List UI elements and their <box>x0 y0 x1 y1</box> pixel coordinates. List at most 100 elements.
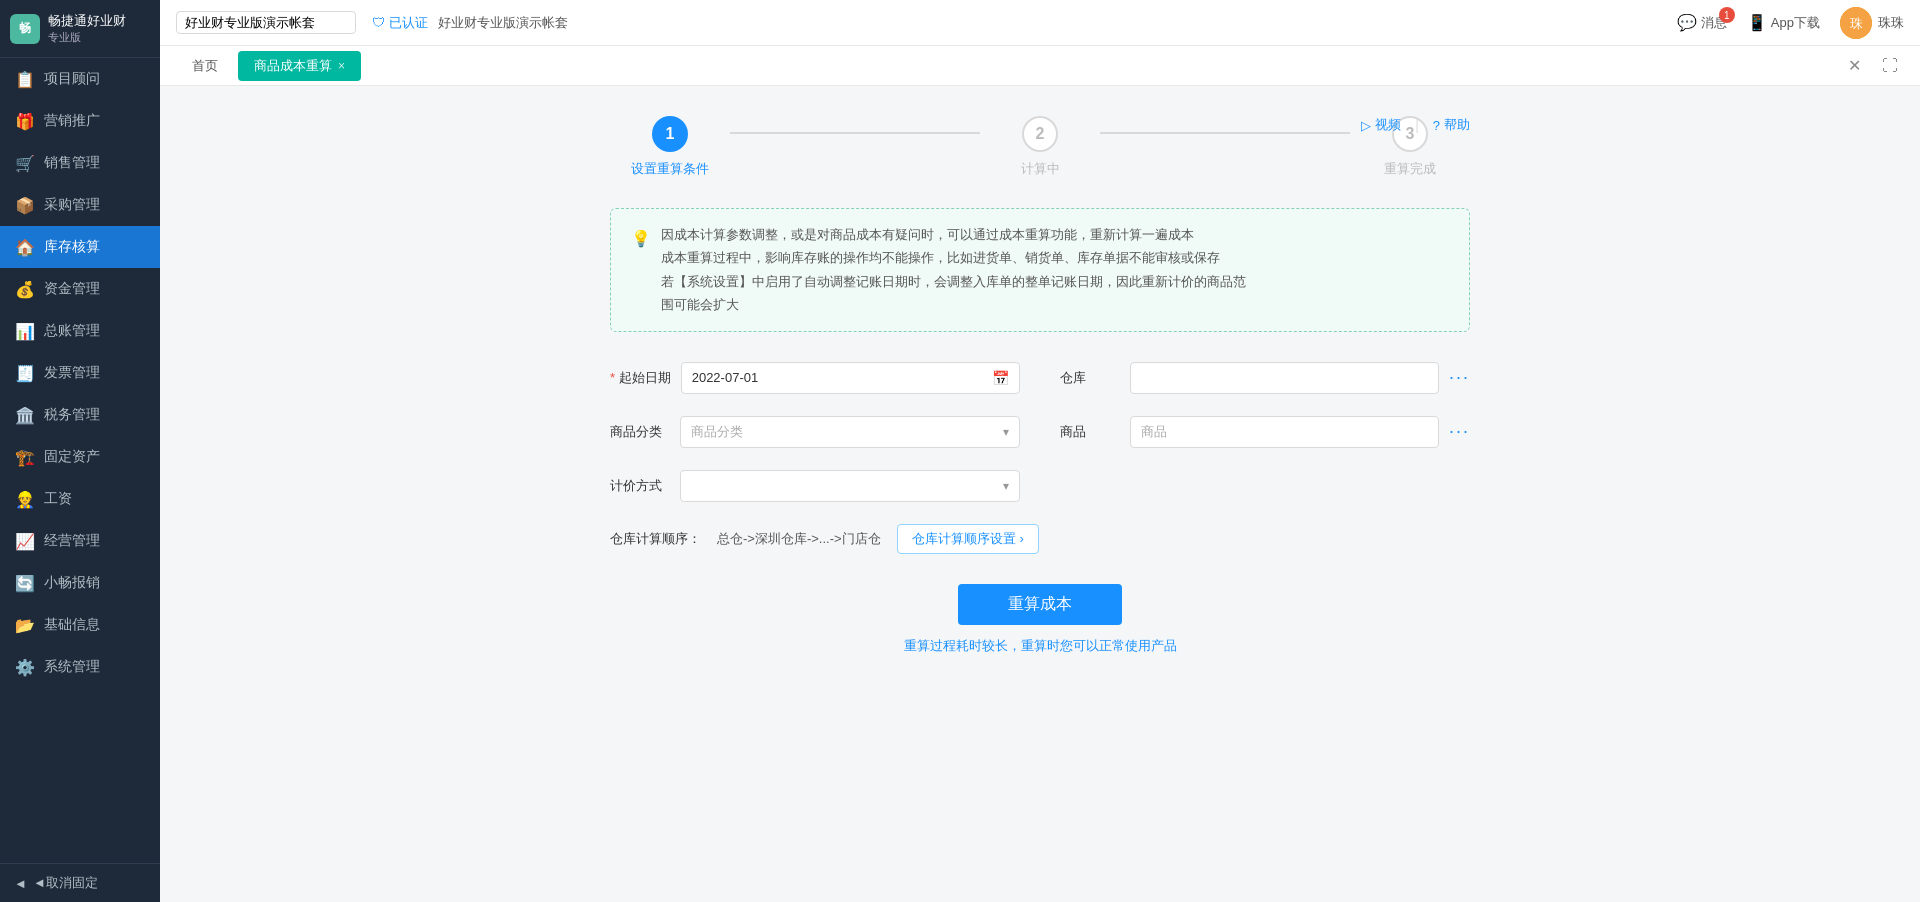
form-row-1: 起始日期 2022-07-01 📅 仓库 ··· <box>610 362 1470 394</box>
message-badge: 1 <box>1719 7 1735 23</box>
help-area: ▷ 视频 | ? 帮助 <box>1361 116 1470 134</box>
recalc-button[interactable]: 重算成本 <box>958 584 1122 625</box>
inventory-icon: 🏠 <box>14 236 36 258</box>
topbar: 好业财专业版演示帐套 好业财专业版演示帐套 🛡 已认证 好业财专业版演示帐套 💬… <box>160 0 1920 46</box>
sidebar-item-project[interactable]: 📋 项目顾问 <box>0 58 160 100</box>
sidebar-item-label: 项目顾问 <box>44 70 100 88</box>
stepper-section: 1 设置重算条件 2 计算中 3 <box>610 116 1470 178</box>
pricing-dropdown-icon: ▾ <box>1003 479 1009 493</box>
app-name: 畅捷通好业财 <box>48 12 126 30</box>
recalc-hint: 重算过程耗时较长，重算时您可以正常使用产品 <box>610 637 1470 655</box>
sidebar-item-label: 采购管理 <box>44 196 100 214</box>
category-dropdown-icon: ▾ <box>1003 425 1009 439</box>
account-selector[interactable]: 好业财专业版演示帐套 <box>176 11 356 34</box>
info-bulb-icon: 💡 <box>631 225 651 317</box>
form-group-pricing: 计价方式 ▾ <box>610 470 1020 502</box>
start-date-input[interactable]: 2022-07-01 📅 <box>681 362 1020 394</box>
message-button[interactable]: 💬 消息 1 <box>1677 13 1727 32</box>
category-select[interactable]: 商品分类 ▾ <box>680 416 1020 448</box>
sidebar-item-ops[interactable]: 📈 经营管理 <box>0 520 160 562</box>
step2-circle: 2 <box>1022 116 1058 152</box>
info-line4: 围可能会扩大 <box>661 293 1246 316</box>
main-area: 好业财专业版演示帐套 好业财专业版演示帐套 🛡 已认证 好业财专业版演示帐套 💬… <box>160 0 1920 902</box>
help-button[interactable]: ? 帮助 <box>1433 116 1470 134</box>
sidebar-item-label: 资金管理 <box>44 280 100 298</box>
salary-icon: 👷 <box>14 488 36 510</box>
sidebar-item-assets[interactable]: 🏗️ 固定资产 <box>0 436 160 478</box>
sidebar-item-marketing[interactable]: 🎁 营销推广 <box>0 100 160 142</box>
certified-label: 已认证 <box>389 14 428 32</box>
warehouse-order-btn-label: 仓库计算顺序设置 <box>912 530 1016 548</box>
system-icon: ⚙️ <box>14 656 36 678</box>
sidebar-item-label: 销售管理 <box>44 154 100 172</box>
tab-home-label: 首页 <box>192 57 218 75</box>
tab-home[interactable]: 首页 <box>176 51 234 81</box>
step2: 2 计算中 <box>980 116 1100 178</box>
form-group-warehouse: 仓库 ··· <box>1060 362 1470 394</box>
accounting-icon: 📊 <box>14 320 36 342</box>
sidebar-item-label: 系统管理 <box>44 658 100 676</box>
sidebar-item-expense[interactable]: 🔄 小畅报销 <box>0 562 160 604</box>
sidebar-item-purchase[interactable]: 📦 采购管理 <box>0 184 160 226</box>
warehouse-more-button[interactable]: ··· <box>1449 367 1470 388</box>
info-line1: 因成本计算参数调整，或是对商品成本有疑问时，可以通过成本重算功能，重新计算一遍成… <box>661 223 1246 246</box>
basic-icon: 📂 <box>14 614 36 636</box>
step-connector-1 <box>730 132 980 134</box>
sidebar-item-basic[interactable]: 📂 基础信息 <box>0 604 160 646</box>
warehouse-input[interactable] <box>1130 362 1439 394</box>
sidebar-unpin-button[interactable]: ◄ ◄取消固定 <box>0 863 160 902</box>
goods-input[interactable]: 商品 <box>1130 416 1439 448</box>
calendar-icon[interactable]: 📅 <box>992 370 1009 386</box>
assets-icon: 🏗️ <box>14 446 36 468</box>
sidebar-item-label: 基础信息 <box>44 616 100 634</box>
goods-placeholder: 商品 <box>1141 423 1428 441</box>
warehouse-order-value: 总仓->深圳仓库->...->门店仓 <box>717 530 881 548</box>
help-label: 帮助 <box>1444 116 1470 134</box>
close-window-button[interactable]: ✕ <box>1840 52 1868 80</box>
sidebar-item-salary[interactable]: 👷 工资 <box>0 478 160 520</box>
tab-close-button[interactable]: × <box>338 59 345 73</box>
sidebar-item-sales[interactable]: 🛒 销售管理 <box>0 142 160 184</box>
sidebar-item-label: 工资 <box>44 490 72 508</box>
sidebar-item-inventory[interactable]: 🏠 库存核算 <box>0 226 160 268</box>
form-group-category: 商品分类 商品分类 ▾ <box>610 416 1020 448</box>
start-date-value: 2022-07-01 <box>692 370 984 385</box>
form-group-goods: 商品 商品 ··· <box>1060 416 1470 448</box>
step-connector-2 <box>1100 132 1350 134</box>
app-edition: 专业版 <box>48 30 126 45</box>
purchase-icon: 📦 <box>14 194 36 216</box>
warehouse-order-row: 仓库计算顺序： 总仓->深圳仓库->...->门店仓 仓库计算顺序设置 › <box>610 524 1470 554</box>
sidebar-item-system[interactable]: ⚙️ 系统管理 <box>0 646 160 688</box>
app-download-button[interactable]: 📱 App下载 <box>1747 13 1820 32</box>
sidebar: 畅 畅捷通好业财 专业版 📋 项目顾问 🎁 营销推广 🛒 销售管理 📦 采购管理… <box>0 0 160 902</box>
svg-text:珠: 珠 <box>1850 16 1863 31</box>
pricing-label: 计价方式 <box>610 477 670 495</box>
start-date-label: 起始日期 <box>610 369 671 387</box>
sidebar-item-label: 发票管理 <box>44 364 100 382</box>
user-menu-button[interactable]: 珠 珠珠 <box>1840 7 1904 39</box>
user-name: 珠珠 <box>1878 14 1904 32</box>
play-icon: ▷ <box>1361 118 1371 133</box>
form-row-2: 商品分类 商品分类 ▾ 商品 商品 ··· <box>610 416 1470 448</box>
sidebar-item-tax[interactable]: 🏛️ 税务管理 <box>0 394 160 436</box>
video-help-button[interactable]: ▷ 视频 <box>1361 116 1401 134</box>
form-row-3: 计价方式 ▾ <box>610 470 1470 502</box>
maximize-window-button[interactable]: ⛶ <box>1876 52 1904 80</box>
sidebar-item-finance[interactable]: 💰 资金管理 <box>0 268 160 310</box>
info-content: 因成本计算参数调整，或是对商品成本有疑问时，可以通过成本重算功能，重新计算一遍成… <box>661 223 1246 317</box>
step1-num: 1 <box>666 125 675 143</box>
unpin-icon: ◄ <box>14 876 27 891</box>
warehouse-label: 仓库 <box>1060 369 1120 387</box>
sidebar-item-accounting[interactable]: 📊 总账管理 <box>0 310 160 352</box>
goods-more-button[interactable]: ··· <box>1449 421 1470 442</box>
sidebar-item-label: 总账管理 <box>44 322 100 340</box>
category-label: 商品分类 <box>610 423 670 441</box>
app-download-label: App下载 <box>1771 14 1820 32</box>
sidebar-item-invoice[interactable]: 🧾 发票管理 <box>0 352 160 394</box>
category-placeholder: 商品分类 <box>691 423 743 441</box>
pricing-select[interactable]: ▾ <box>680 470 1020 502</box>
tab-cost-recalc[interactable]: 商品成本重算 × <box>238 51 361 81</box>
step1: 1 设置重算条件 <box>610 116 730 178</box>
warehouse-order-settings-button[interactable]: 仓库计算顺序设置 › <box>897 524 1039 554</box>
ops-icon: 📈 <box>14 530 36 552</box>
